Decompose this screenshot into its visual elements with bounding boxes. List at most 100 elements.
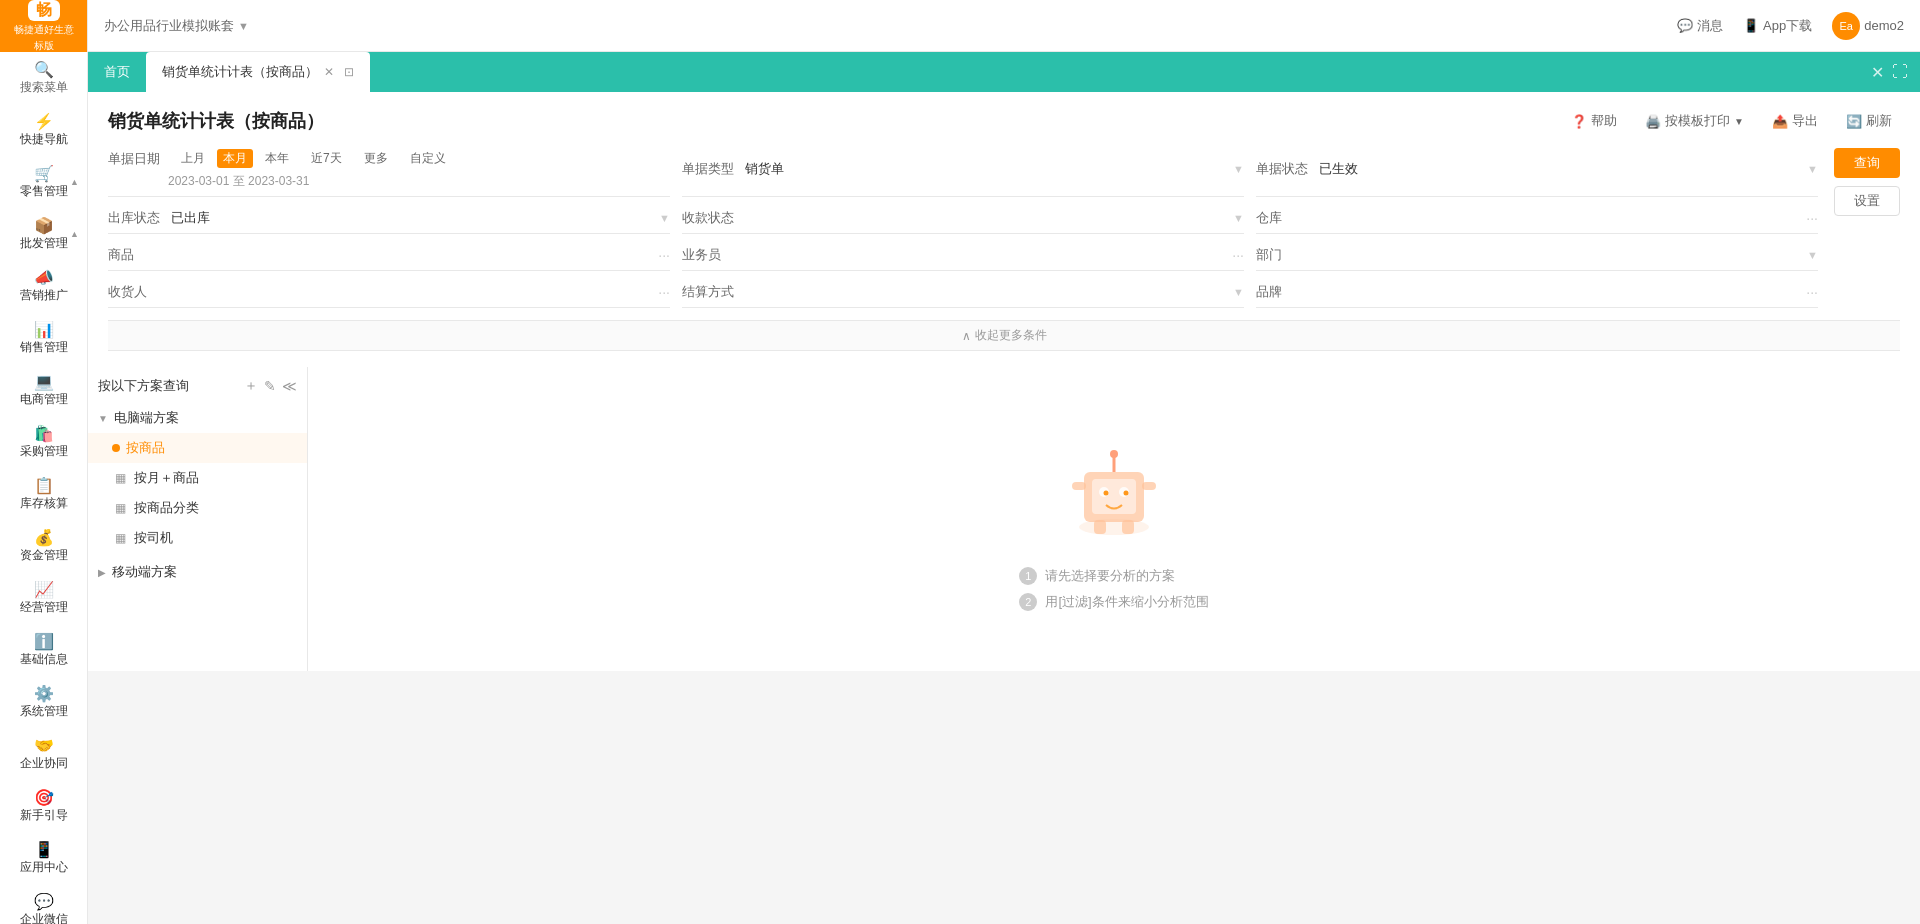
- main-content: 办公用品行业模拟账套 ▼ 💬 消息 📱 App下载 Ea demo2 首页 销货…: [88, 0, 1920, 924]
- date-tab-custom[interactable]: 自定义: [400, 148, 456, 169]
- out-status-dropdown-icon[interactable]: ▼: [659, 212, 670, 224]
- warehouse-field-group: 仓库 ···: [1256, 209, 1818, 234]
- account-dropdown[interactable]: 办公用品行业模拟账套 ▼: [104, 17, 249, 35]
- sidebar: 畅 畅捷通好生意 标版 🔍 搜索菜单 ⚡ 快捷导航 🛒 零售管理 ▲ 📦 批发管…: [0, 0, 88, 924]
- tabbar: 首页 销货单统计计表（按商品） ✕ ⊡ ✕ ⛶: [88, 52, 1920, 92]
- sidebar-item-search[interactable]: 🔍 搜索菜单: [0, 52, 87, 104]
- close-window-icon[interactable]: ✕: [1871, 63, 1884, 82]
- brand-field-group: 品牌 ···: [1256, 283, 1818, 308]
- scheme-item-by-driver[interactable]: ▦ 按司机: [88, 523, 307, 553]
- date-tab-last-month[interactable]: 上月: [171, 148, 215, 169]
- scheme-item-by-month-goods[interactable]: ▦ 按月＋商品: [88, 463, 307, 493]
- out-status-value[interactable]: 已出库: [171, 209, 651, 227]
- warehouse-label: 仓库: [1256, 209, 1311, 227]
- sidebar-item-enterprise[interactable]: 🤝 企业协同: [0, 728, 87, 780]
- doc-type-dropdown-icon[interactable]: ▼: [1233, 163, 1244, 175]
- receipt-status-field-group: 收款状态 ▼: [682, 209, 1244, 234]
- username-label: demo2: [1864, 18, 1904, 33]
- query-button[interactable]: 查询: [1834, 148, 1900, 178]
- sidebar-item-inventory[interactable]: 📋 库存核算: [0, 468, 87, 520]
- dept-dropdown-icon[interactable]: ▼: [1807, 249, 1818, 261]
- app-download-button[interactable]: 📱 App下载: [1743, 17, 1812, 35]
- sidebar-item-operations[interactable]: 📈 经营管理: [0, 572, 87, 624]
- salesman-dots-icon[interactable]: ···: [1232, 247, 1244, 263]
- refresh-icon: 🔄: [1846, 114, 1862, 129]
- receipt-status-label: 收款状态: [682, 209, 737, 227]
- content-wrapper: 按以下方案查询 ＋ ✎ ≪ ▼ 电脑端方案 按商品: [88, 367, 1920, 671]
- home-tab-label: 首页: [104, 63, 130, 81]
- sidebar-item-wechat-biz[interactable]: 💬 企业微信: [0, 884, 87, 924]
- table-icon-3: ▦: [112, 531, 128, 545]
- sidebar-item-sales-mgr[interactable]: 📊 销售管理: [0, 312, 87, 364]
- refresh-button[interactable]: 🔄 刷新: [1838, 108, 1900, 134]
- sidebar-item-app-center[interactable]: 📱 应用中心: [0, 832, 87, 884]
- expand-icon[interactable]: ⛶: [1892, 63, 1908, 81]
- receiver-dots-icon[interactable]: ···: [658, 284, 670, 300]
- filter-main-row: 单据日期 上月 本月 本年 近7天 更多 自定义 2023: [108, 148, 1900, 320]
- receiver-field-group: 收货人 ···: [108, 283, 670, 308]
- warehouse-dots-icon[interactable]: ···: [1806, 210, 1818, 226]
- message-button[interactable]: 💬 消息: [1677, 17, 1723, 35]
- svg-rect-9: [1072, 482, 1086, 490]
- tab-sales-stat[interactable]: 销货单统计计表（按商品） ✕ ⊡: [146, 52, 370, 92]
- help-button[interactable]: ❓ 帮助: [1563, 108, 1625, 134]
- scheme-group-mobile-header[interactable]: ▶ 移动端方案: [88, 557, 307, 587]
- scheme-group-mobile-label: 移动端方案: [112, 563, 177, 581]
- sidebar-item-quick-nav[interactable]: ⚡ 快捷导航: [0, 104, 87, 156]
- brand-label: 品牌: [1256, 283, 1311, 301]
- export-button[interactable]: 📤 导出: [1764, 108, 1826, 134]
- salesman-field-group: 业务员 ···: [682, 246, 1244, 271]
- sidebar-item-marketing[interactable]: 📣 营销推广: [0, 260, 87, 312]
- scheme-header-icons: ＋ ✎ ≪: [244, 377, 297, 395]
- sidebar-item-finance[interactable]: 💰 资金管理: [0, 520, 87, 572]
- date-tab-more[interactable]: 更多: [354, 148, 398, 169]
- edit-scheme-icon[interactable]: ✎: [264, 378, 276, 394]
- query-btn-area: 查询 设置: [1834, 148, 1900, 216]
- date-tab-7days[interactable]: 近7天: [301, 148, 352, 169]
- date-range-display: 2023-03-01 至 2023-03-31: [108, 173, 309, 190]
- doc-status-value[interactable]: 已生效: [1319, 160, 1799, 178]
- sidebar-item-wholesale[interactable]: 📦 批发管理 ▲: [0, 208, 87, 260]
- out-status-label: 出库状态: [108, 209, 163, 227]
- date-tab-this-year[interactable]: 本年: [255, 148, 299, 169]
- date-tab-this-month[interactable]: 本月: [217, 149, 253, 168]
- goods-field-group: 商品 ···: [108, 246, 670, 271]
- print-icon: 🖨️: [1645, 114, 1661, 129]
- doc-status-dropdown-icon[interactable]: ▼: [1807, 163, 1818, 175]
- empty-state: 1 请先选择要分析的方案 2 用[过滤]条件来缩小分析范围: [308, 367, 1920, 671]
- sidebar-item-newbie[interactable]: 🎯 新手引导: [0, 780, 87, 832]
- template-print-button[interactable]: 🖨️ 按模板打印 ▼: [1637, 108, 1752, 134]
- scheme-group-pc-header[interactable]: ▼ 电脑端方案: [88, 403, 307, 433]
- brand-dots-icon[interactable]: ···: [1806, 284, 1818, 300]
- scheme-item-by-category[interactable]: ▦ 按商品分类: [88, 493, 307, 523]
- receipt-status-dropdown-icon[interactable]: ▼: [1233, 212, 1244, 224]
- settings-button[interactable]: 设置: [1834, 186, 1900, 216]
- avatar: Ea: [1832, 12, 1860, 40]
- tab-pin-icon[interactable]: ⊡: [344, 65, 354, 79]
- logo-text: 畅捷通好生意: [14, 23, 74, 37]
- help-icon: ❓: [1571, 114, 1587, 129]
- sidebar-item-ecommerce[interactable]: 💻 电商管理: [0, 364, 87, 416]
- scheme-item-by-goods-label: 按商品: [126, 439, 165, 457]
- collapse-scheme-icon[interactable]: ≪: [282, 378, 297, 394]
- doc-type-value[interactable]: 销货单: [745, 160, 1225, 178]
- message-icon: 💬: [1677, 18, 1693, 33]
- tab-close-icon[interactable]: ✕: [324, 65, 334, 79]
- payment-dropdown-icon[interactable]: ▼: [1233, 286, 1244, 298]
- add-scheme-icon[interactable]: ＋: [244, 377, 258, 395]
- logo-subtext: 标版: [34, 39, 54, 53]
- empty-illustration: [1054, 427, 1174, 547]
- sidebar-item-retail[interactable]: 🛒 零售管理 ▲: [0, 156, 87, 208]
- goods-dots-icon[interactable]: ···: [658, 247, 670, 263]
- tab-home[interactable]: 首页: [88, 52, 146, 92]
- goods-label: 商品: [108, 246, 163, 264]
- sidebar-item-purchase[interactable]: 🛍️ 采购管理: [0, 416, 87, 468]
- user-avatar-area[interactable]: Ea demo2: [1832, 12, 1904, 40]
- sidebar-item-base-info[interactable]: ℹ️ 基础信息: [0, 624, 87, 676]
- dept-label: 部门: [1256, 246, 1311, 264]
- svg-point-8: [1110, 450, 1118, 458]
- scheme-item-by-goods[interactable]: 按商品: [88, 433, 307, 463]
- collapse-bar[interactable]: ∧ 收起更多条件: [108, 320, 1900, 351]
- sidebar-item-sys-mgr[interactable]: ⚙️ 系统管理: [0, 676, 87, 728]
- chevron-down-icon: ▲: [70, 177, 79, 187]
